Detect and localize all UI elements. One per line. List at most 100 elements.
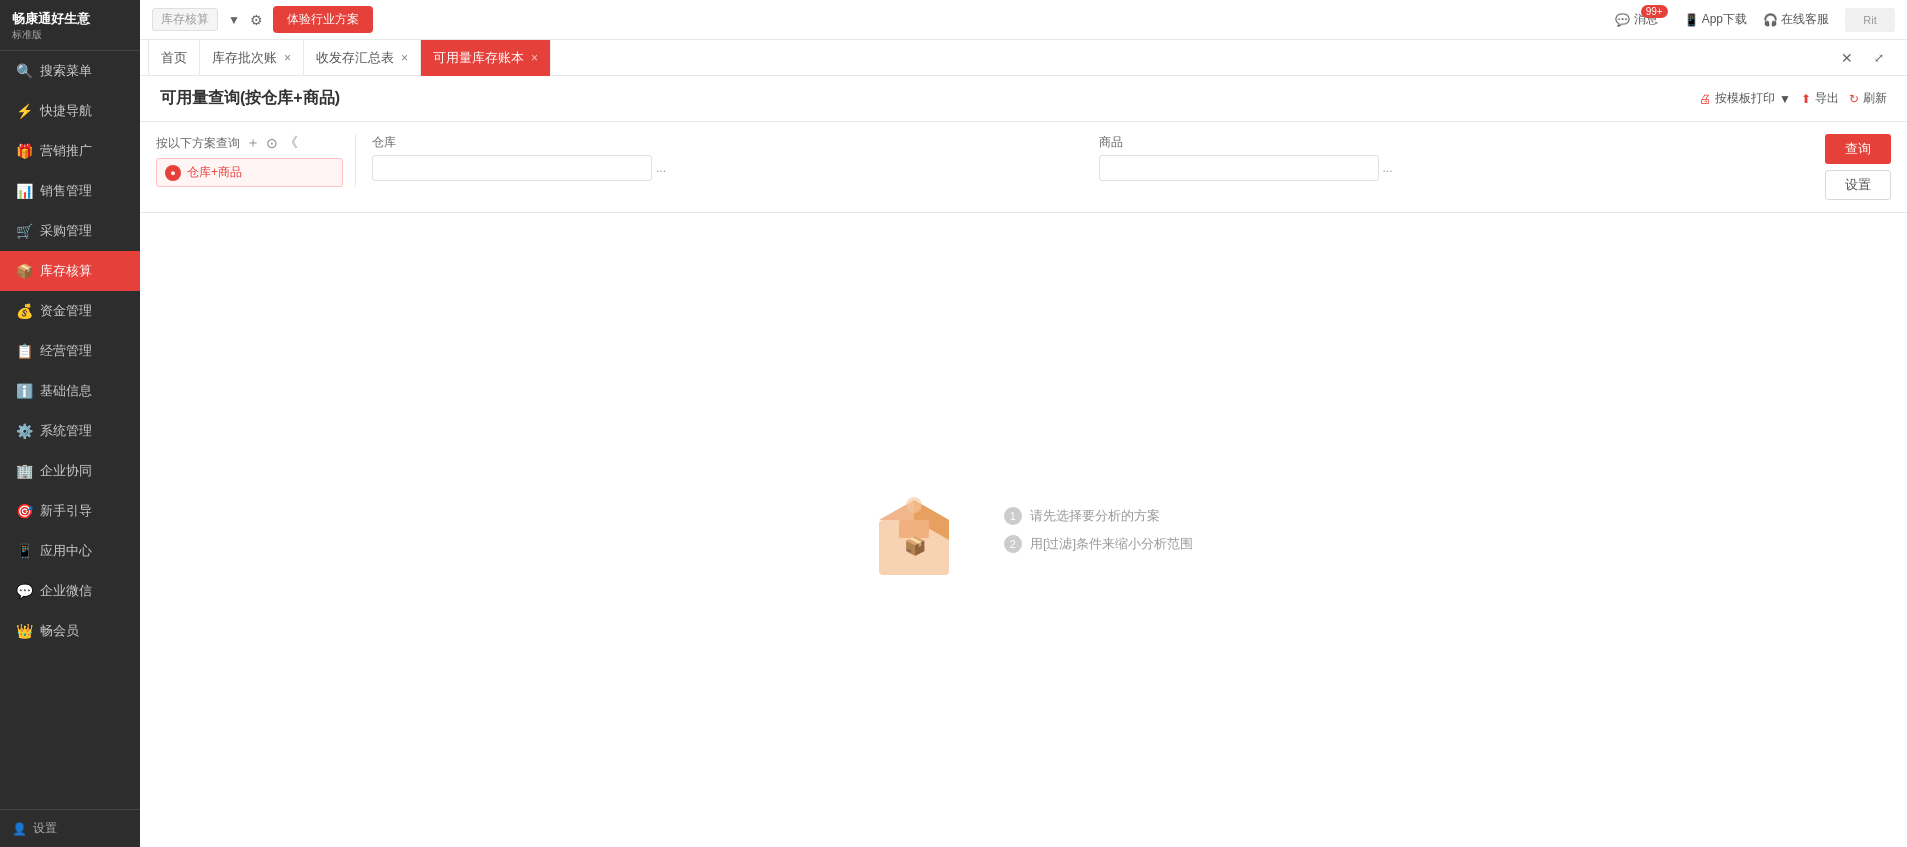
topbar-dropdown-arrow[interactable]: ▼ (228, 13, 240, 27)
sidebar-item-search[interactable]: 🔍 搜索菜单 (0, 51, 140, 91)
sidebar-item-inventory[interactable]: 📦 库存核算 (0, 251, 140, 291)
sidebar-item-shortcut[interactable]: ⚡ 快捷导航 (0, 91, 140, 131)
step-1-circle: 1 (1004, 507, 1022, 525)
tab-receive-close[interactable]: × (401, 51, 408, 65)
user-avatar[interactable]: Rit (1845, 8, 1895, 32)
box-icon: 📦 (16, 263, 32, 279)
sidebar-item-label: 新手引导 (40, 502, 92, 520)
tab-receive-summary[interactable]: 收发存汇总表 × (304, 40, 421, 76)
empty-hints: 1 请先选择要分析的方案 2 用[过滤]条件来缩小分析范围 (1004, 507, 1193, 553)
sidebar-item-wechat[interactable]: 💬 企业微信 (0, 571, 140, 611)
app-edition: 标准版 (12, 28, 128, 42)
tab-batch-account[interactable]: 库存批次账 × (200, 40, 304, 76)
filter-action-buttons: 查询 设置 (1825, 134, 1891, 200)
sidebar-item-label: 企业微信 (40, 582, 92, 600)
sidebar-item-label: 应用中心 (40, 542, 92, 560)
svg-point-4 (906, 497, 922, 513)
tabbar-window-close[interactable]: ✕ (1835, 46, 1859, 70)
empty-svg: 📦 (854, 470, 974, 590)
warehouse-more-btn[interactable]: ... (656, 161, 666, 175)
filter-left-panel: 按以下方案查询 ＋ ⊙ 《 ● 仓库+商品 (156, 134, 356, 187)
sidebar-item-label: 基础信息 (40, 382, 92, 400)
product-more-btn[interactable]: ... (1383, 161, 1393, 175)
chart-icon: 📊 (16, 183, 32, 199)
print-icon: 🖨 (1699, 92, 1711, 106)
sidebar-nav: 🔍 搜索菜单 ⚡ 快捷导航 🎁 营销推广 📊 销售管理 🛒 采购管理 📦 库存核… (0, 51, 140, 809)
sidebar-item-enterprise[interactable]: 🏢 企业协同 (0, 451, 140, 491)
sidebar-item-label: 搜索菜单 (40, 62, 92, 80)
empty-illustration: 📦 (854, 470, 974, 590)
sidebar-item-marketing[interactable]: 🎁 营销推广 (0, 131, 140, 171)
online-service-button[interactable]: 🎧 在线客服 (1763, 11, 1829, 28)
main-area: 库存核算 ▼ ⚙ 体验行业方案 💬 消息 99+ 📱 App下载 🎧 在线客服 … (140, 0, 1907, 847)
sidebar-item-basic-info[interactable]: ℹ️ 基础信息 (0, 371, 140, 411)
empty-state: 📦 1 请先选择要分析的方案 2 用[过滤]条件来缩小分析范围 (140, 213, 1907, 847)
topbar-right: 💬 消息 99+ 📱 App下载 🎧 在线客服 Rit (1615, 8, 1895, 32)
product-label: 商品 (1099, 134, 1810, 151)
clipboard-icon: 📋 (16, 343, 32, 359)
info-icon: ℹ️ (16, 383, 32, 399)
filter-right-panel: 仓库 ... 商品 ... 查询 设置 (356, 134, 1891, 200)
breadcrumb-item: 库存核算 (152, 8, 218, 31)
filter-label-text: 按以下方案查询 (156, 135, 240, 152)
page-title: 可用量查询(按仓库+商品) (160, 88, 340, 109)
print-button[interactable]: 🖨 按模板打印 ▼ (1699, 90, 1791, 107)
industry-solution-button[interactable]: 体验行业方案 (273, 6, 373, 33)
tab-home[interactable]: 首页 (148, 40, 200, 76)
tab-receive-label: 收发存汇总表 (316, 49, 394, 67)
sidebar-item-vip[interactable]: 👑 畅会员 (0, 611, 140, 651)
tabbar-expand[interactable]: ⤢ (1867, 46, 1891, 70)
product-input[interactable] (1099, 155, 1379, 181)
settings-button[interactable]: 设置 (1825, 170, 1891, 200)
tab-available-close[interactable]: × (531, 51, 538, 65)
filter-scheme-item[interactable]: ● 仓库+商品 (156, 158, 343, 187)
tab-batch-label: 库存批次账 (212, 49, 277, 67)
hint-2-text: 用[过滤]条件来缩小分析范围 (1030, 535, 1193, 553)
refresh-label: 刷新 (1863, 90, 1887, 107)
sidebar-item-system[interactable]: ⚙️ 系统管理 (0, 411, 140, 451)
topbar-gear-icon[interactable]: ⚙ (250, 12, 263, 28)
app-download-icon: 📱 (1684, 13, 1699, 27)
message-button[interactable]: 💬 消息 99+ (1615, 11, 1658, 28)
sidebar-item-purchase[interactable]: 🛒 采购管理 (0, 211, 140, 251)
topbar: 库存核算 ▼ ⚙ 体验行业方案 💬 消息 99+ 📱 App下载 🎧 在线客服 … (140, 0, 1907, 40)
sidebar-bottom-icon: 👤 (12, 822, 27, 836)
sidebar-item-newbie[interactable]: 🎯 新手引导 (0, 491, 140, 531)
sidebar-item-sales[interactable]: 📊 销售管理 (0, 171, 140, 211)
filter-scheme-label: 按以下方案查询 ＋ ⊙ 《 (156, 134, 343, 152)
sidebar-item-label: 销售管理 (40, 182, 92, 200)
warehouse-input[interactable] (372, 155, 652, 181)
filter-collapse-icon[interactable]: 《 (284, 134, 298, 152)
tabbar-right: ✕ ⤢ (1835, 46, 1899, 70)
export-label: 导出 (1815, 90, 1839, 107)
message-badge: 99+ (1641, 5, 1668, 18)
filter-settings-icon[interactable]: ⊙ (266, 135, 278, 151)
scheme-icon: ● (165, 165, 181, 181)
money-icon: 💰 (16, 303, 32, 319)
warehouse-label: 仓库 (372, 134, 1083, 151)
print-dropdown-arrow[interactable]: ▼ (1779, 92, 1791, 106)
empty-hint-1: 1 请先选择要分析的方案 (1004, 507, 1193, 525)
online-service-label: 在线客服 (1781, 11, 1829, 28)
sidebar-item-business[interactable]: 📋 经营管理 (0, 331, 140, 371)
tab-available-qty[interactable]: 可用量库存账本 × (421, 40, 551, 76)
sidebar-item-finance[interactable]: 💰 资金管理 (0, 291, 140, 331)
tab-home-label: 首页 (161, 49, 187, 67)
tab-available-label: 可用量库存账本 (433, 49, 524, 67)
crown-icon: 👑 (16, 623, 32, 639)
tab-batch-close[interactable]: × (284, 51, 291, 65)
query-button[interactable]: 查询 (1825, 134, 1891, 164)
export-button[interactable]: ⬆ 导出 (1801, 90, 1839, 107)
sidebar-logo: 畅康通好生意 标准版 (0, 0, 140, 51)
page-header-actions: 🖨 按模板打印 ▼ ⬆ 导出 ↻ 刷新 (1699, 90, 1887, 107)
sidebar-item-label: 资金管理 (40, 302, 92, 320)
lightning-icon: ⚡ (16, 103, 32, 119)
step-2-circle: 2 (1004, 535, 1022, 553)
sidebar: 畅康通好生意 标准版 🔍 搜索菜单 ⚡ 快捷导航 🎁 营销推广 📊 销售管理 🛒… (0, 0, 140, 847)
sidebar-item-app-center[interactable]: 📱 应用中心 (0, 531, 140, 571)
app-download-button[interactable]: 📱 App下载 (1684, 11, 1747, 28)
refresh-button[interactable]: ↻ 刷新 (1849, 90, 1887, 107)
filter-add-icon[interactable]: ＋ (246, 134, 260, 152)
page-content: 可用量查询(按仓库+商品) 🖨 按模板打印 ▼ ⬆ 导出 ↻ 刷新 (140, 76, 1907, 847)
mobile-icon: 📱 (16, 543, 32, 559)
